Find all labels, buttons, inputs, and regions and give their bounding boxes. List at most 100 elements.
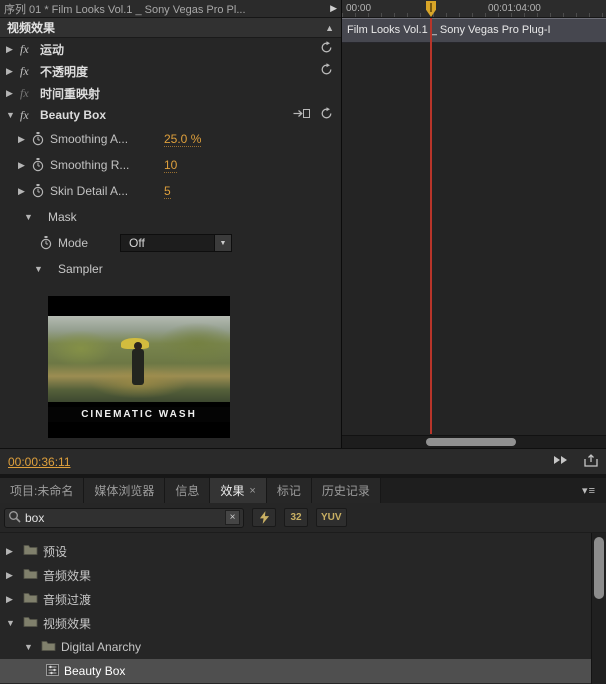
filter-label: YUV [321, 512, 342, 523]
fx-badge-icon: fx [20, 42, 40, 57]
video-effects-section-header[interactable]: 视频效果 [0, 18, 341, 38]
clip-name: Film Looks Vol.1 _ Sony Vegas Pro Plug-I [347, 24, 551, 36]
timeline-ruler[interactable]: 00:00 00:01:04:00 [342, 0, 606, 18]
dropdown-value: Off [121, 236, 214, 250]
tab-effects[interactable]: 效果 × [210, 478, 266, 503]
param-value[interactable]: 10 [164, 158, 177, 173]
twirl-icon[interactable] [6, 546, 18, 557]
twirl-icon[interactable] [18, 160, 32, 171]
section-title: 视频效果 [7, 19, 55, 36]
stopwatch-icon[interactable] [32, 158, 50, 172]
horizontal-scrollbar-thumb[interactable] [426, 438, 516, 446]
param-row-skin-detail[interactable]: Skin Detail A... 5 [0, 178, 341, 204]
panel-tab-bar: 项目:未命名 媒体浏览器 信息 效果 × 标记 历史记录 [0, 478, 606, 503]
param-label: Smoothing A... [50, 132, 164, 146]
twirl-icon[interactable] [6, 110, 20, 120]
folder-icon [41, 640, 56, 655]
tab-media-browser[interactable]: 媒体浏览器 [84, 478, 165, 503]
horizontal-scrollbar[interactable] [342, 435, 606, 448]
sampler-thumbnail[interactable]: CINEMATIC WASH [48, 296, 230, 438]
vertical-scrollbar[interactable] [591, 533, 606, 684]
playhead-marker[interactable] [426, 1, 436, 17]
play-icon[interactable] [554, 454, 570, 469]
tree-label: Digital Anarchy [61, 640, 141, 654]
tab-label: 项目:未命名 [10, 482, 73, 499]
twirl-icon[interactable] [18, 186, 32, 197]
effect-row-time-remapping[interactable]: fx 时间重映射 [0, 82, 341, 104]
tab-project[interactable]: 项目:未命名 [0, 478, 84, 503]
tab-label: 历史记录 [322, 482, 370, 499]
twirl-icon[interactable] [6, 66, 20, 77]
export-icon[interactable] [584, 454, 598, 470]
param-label: Mode [58, 236, 120, 250]
twirl-icon[interactable] [24, 212, 38, 222]
mode-dropdown[interactable]: Off [120, 234, 232, 252]
tab-label: 效果 [220, 482, 244, 499]
param-row-mode[interactable]: Mode Off [0, 230, 341, 256]
effect-name: Beauty Box [40, 108, 106, 122]
dropdown-arrow-icon[interactable] [214, 235, 231, 251]
fx-badge-icon: fx [20, 64, 40, 79]
effect-name: 时间重映射 [40, 85, 100, 102]
transport-bar: 00:00:36:11 [0, 448, 606, 474]
effect-row-motion[interactable]: fx 运动 [0, 38, 341, 60]
tree-item-video-effects[interactable]: 视频效果 [0, 611, 591, 635]
clear-search-icon[interactable]: × [225, 510, 240, 525]
group-label: Mask [48, 210, 77, 224]
search-input[interactable] [25, 511, 221, 525]
group-row-mask[interactable]: Mask [0, 204, 341, 230]
tab-close-icon[interactable]: × [249, 485, 255, 497]
panel-menu-icon[interactable] [572, 484, 606, 497]
tab-markers[interactable]: 标记 [267, 478, 312, 503]
param-row-smoothing-radius[interactable]: Smoothing R... 10 [0, 152, 341, 178]
tree-label: 视频效果 [43, 615, 91, 632]
reset-icon[interactable] [320, 41, 333, 57]
param-label: Skin Detail A... [50, 184, 164, 198]
effect-row-opacity[interactable]: fx 不透明度 [0, 60, 341, 82]
reset-icon[interactable] [320, 107, 333, 123]
tree-item-digital-anarchy[interactable]: Digital Anarchy [0, 635, 591, 659]
panel-overflow-icon[interactable] [330, 3, 337, 14]
param-value[interactable]: 5 [164, 184, 171, 199]
tree-item-audio-effects[interactable]: 音频效果 [0, 563, 591, 587]
bit32-filter-button[interactable]: 32 [284, 508, 308, 527]
custom-setup-icon[interactable] [293, 108, 310, 122]
tree-label: 预设 [43, 543, 67, 560]
stopwatch-icon[interactable] [40, 236, 58, 250]
param-value[interactable]: 25.0 % [164, 132, 201, 147]
effect-controls-tab-bar[interactable]: 序列 01 * Film Looks Vol.1 _ Sony Vegas Pr… [0, 0, 341, 18]
current-timecode[interactable]: 00:00:36:11 [8, 455, 71, 469]
twirl-icon[interactable] [18, 134, 32, 145]
ruler-label-end: 00:01:04:00 [488, 3, 541, 14]
stopwatch-icon[interactable] [32, 184, 50, 198]
top-area: 序列 01 * Film Looks Vol.1 _ Sony Vegas Pr… [0, 0, 606, 474]
twirl-icon[interactable] [6, 570, 18, 581]
effect-name: 不透明度 [40, 63, 88, 80]
search-box[interactable]: × [4, 508, 244, 528]
param-row-smoothing-amount[interactable]: Smoothing A... 25.0 % [0, 126, 341, 152]
collapse-section-icon[interactable] [325, 23, 334, 33]
tab-info[interactable]: 信息 [165, 478, 210, 503]
twirl-icon[interactable] [6, 594, 18, 605]
accelerated-effects-button[interactable] [252, 508, 276, 527]
stopwatch-icon[interactable] [32, 132, 50, 146]
group-label: Sampler [58, 262, 103, 276]
group-row-sampler[interactable]: Sampler [0, 256, 341, 282]
tree-item-presets[interactable]: 预设 [0, 539, 591, 563]
effect-icon [46, 664, 59, 679]
twirl-icon[interactable] [6, 44, 20, 55]
tree-item-audio-transitions[interactable]: 音频过渡 [0, 587, 591, 611]
effect-row-beauty-box[interactable]: fx Beauty Box [0, 104, 341, 126]
reset-icon[interactable] [320, 63, 333, 79]
twirl-icon[interactable] [6, 618, 18, 628]
tree-item-beauty-box[interactable]: Beauty Box [0, 659, 591, 683]
folder-icon [23, 544, 38, 559]
premiere-window: 序列 01 * Film Looks Vol.1 _ Sony Vegas Pr… [0, 0, 606, 684]
twirl-icon[interactable] [6, 88, 20, 99]
twirl-icon[interactable] [24, 642, 36, 652]
vertical-scrollbar-thumb[interactable] [594, 537, 604, 599]
yuv-filter-button[interactable]: YUV [316, 508, 347, 527]
timeline-clip[interactable]: Film Looks Vol.1 _ Sony Vegas Pro Plug-I [342, 18, 606, 43]
tab-history[interactable]: 历史记录 [312, 478, 381, 503]
twirl-icon[interactable] [34, 264, 48, 274]
